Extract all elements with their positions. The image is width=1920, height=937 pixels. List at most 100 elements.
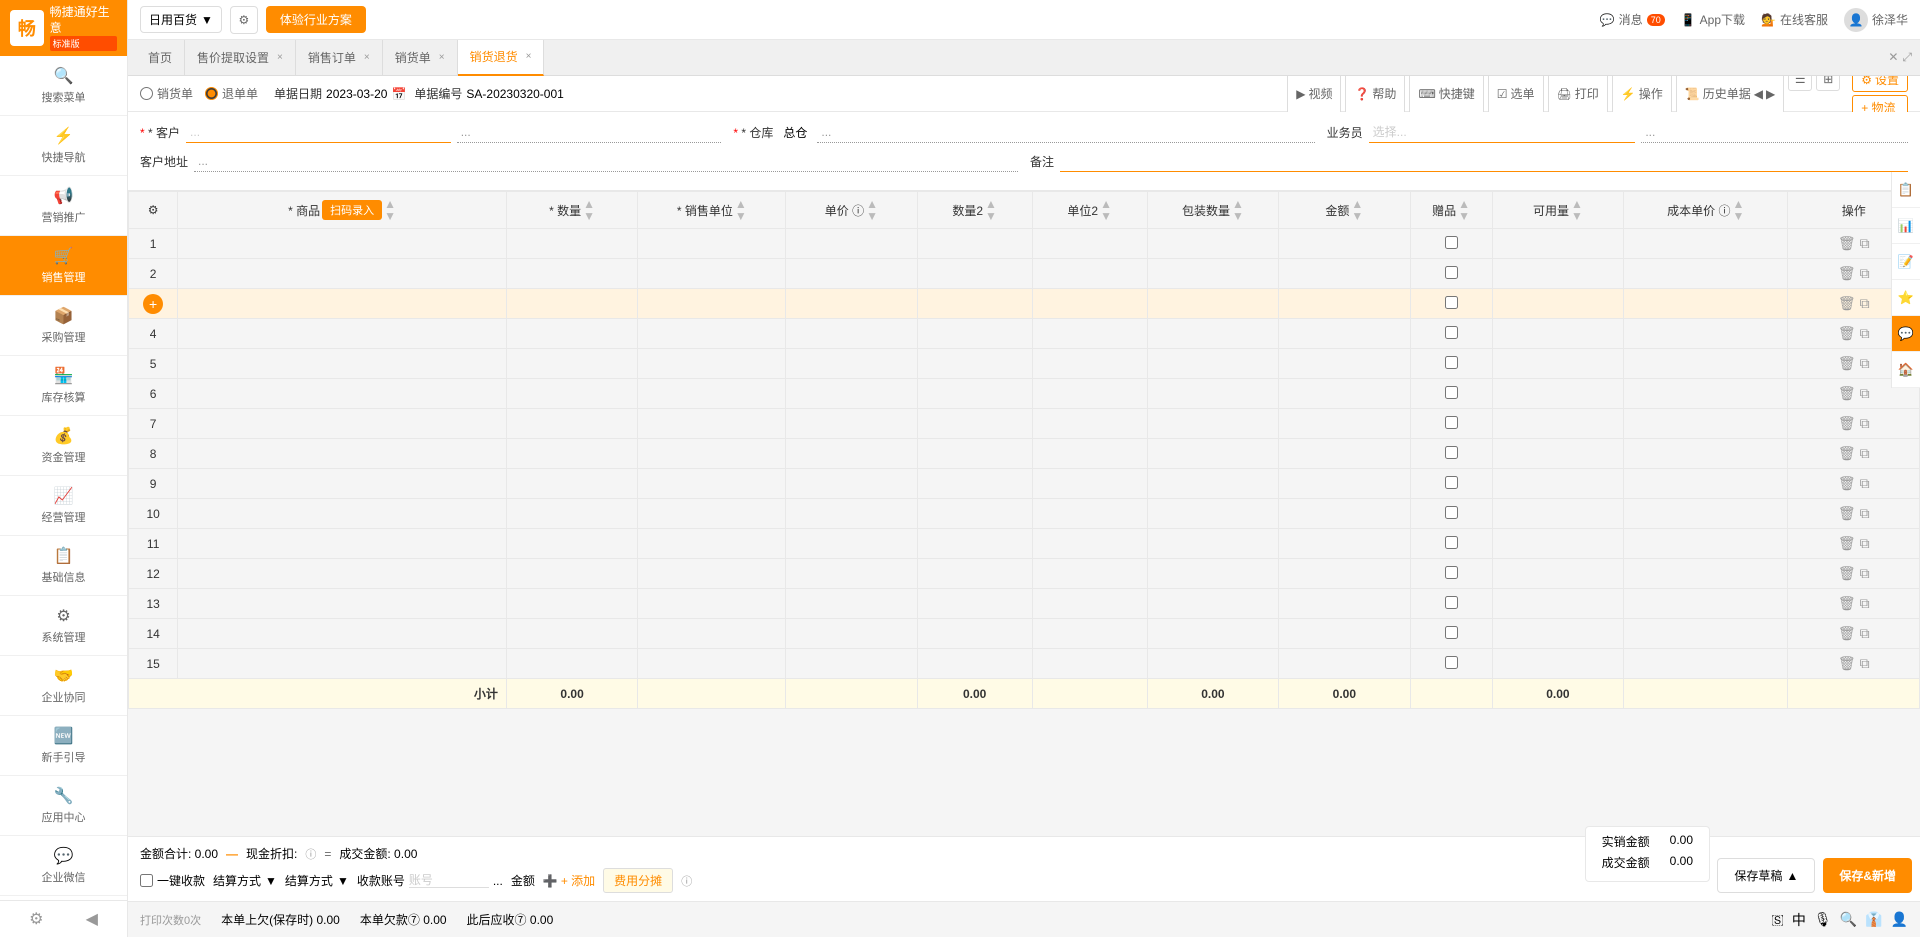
- gift-checkbox[interactable]: [1445, 236, 1458, 249]
- scan-button[interactable]: 扫码录入: [322, 200, 382, 220]
- tab-sales-return[interactable]: 销货退货 ×: [458, 40, 545, 76]
- warehouse-select[interactable]: ...: [817, 122, 1314, 143]
- product-input[interactable]: [182, 267, 502, 281]
- tab-price-settings[interactable]: 售价提取设置 ×: [185, 40, 296, 76]
- delete-icon[interactable]: 🗑: [1838, 385, 1856, 402]
- sidebar-item-shortcut[interactable]: ⚡ 快捷导航: [0, 116, 127, 176]
- quantity-input[interactable]: [511, 237, 633, 251]
- copy-icon[interactable]: ⧉: [1860, 535, 1870, 552]
- side-action-1[interactable]: 📋: [1892, 172, 1920, 208]
- app-download-button[interactable]: 📱 App下载: [1681, 11, 1745, 28]
- settings-right-button[interactable]: ⚙ 设置: [1852, 76, 1908, 92]
- sidebar-item-purchase[interactable]: 📦 采购管理: [0, 296, 127, 356]
- copy-icon[interactable]: ⧉: [1860, 445, 1870, 462]
- amount-cell[interactable]: [1279, 289, 1410, 319]
- tab-home[interactable]: 首页: [136, 40, 185, 76]
- sidebar-item-apps[interactable]: 🔧 应用中心: [0, 776, 127, 836]
- sidebar-item-wechat[interactable]: 💬 企业微信: [0, 836, 127, 896]
- delete-icon[interactable]: 🗑: [1838, 625, 1856, 642]
- copy-icon[interactable]: ⧉: [1860, 505, 1870, 522]
- online-service-button[interactable]: 💁 在线客服: [1761, 11, 1828, 28]
- sidebar-item-system[interactable]: ⚙ 系统管理: [0, 596, 127, 656]
- sidebar-item-search[interactable]: 🔍 搜索菜单: [0, 56, 127, 116]
- price-input[interactable]: [790, 237, 912, 251]
- ellipsis-icon[interactable]: ...: [493, 874, 503, 888]
- save-draft-button[interactable]: 保存草稿 ▲: [1717, 858, 1815, 893]
- gift-cell[interactable]: [1410, 259, 1492, 289]
- gift-checkbox[interactable]: [1445, 446, 1458, 459]
- gift-checkbox[interactable]: [1445, 386, 1458, 399]
- close-icon[interactable]: ×: [364, 52, 370, 63]
- tab-sales-order[interactable]: 销售订单 ×: [296, 40, 383, 76]
- gift-checkbox[interactable]: [1445, 566, 1458, 579]
- delete-icon[interactable]: 🗑: [1838, 475, 1856, 492]
- fee-info-icon[interactable]: ⓘ: [681, 873, 692, 889]
- user-menu[interactable]: 👤 徐泽华: [1844, 8, 1908, 32]
- gift-cell[interactable]: [1410, 229, 1492, 259]
- gift-checkbox[interactable]: [1445, 656, 1458, 669]
- address-input[interactable]: ...: [194, 151, 1018, 172]
- copy-icon[interactable]: ⧉: [1860, 625, 1870, 642]
- delete-icon[interactable]: 🗑: [1838, 565, 1856, 582]
- delete-icon[interactable]: 🗑: [1838, 235, 1856, 252]
- sales-radio-label[interactable]: 销货单: [140, 85, 193, 102]
- calendar-icon[interactable]: 📅: [391, 87, 406, 101]
- copy-icon[interactable]: ⧉: [1860, 385, 1870, 402]
- copy-icon[interactable]: ⧉: [1860, 235, 1870, 252]
- copy-icon[interactable]: ⧉: [1860, 325, 1870, 342]
- delete-icon[interactable]: 🗑: [1838, 535, 1856, 552]
- gift-checkbox[interactable]: [1445, 356, 1458, 369]
- copy-icon[interactable]: ⧉: [1860, 295, 1870, 312]
- pack-qty-cell[interactable]: [1147, 259, 1278, 289]
- sidebar-item-newbie[interactable]: 🆕 新手引导: [0, 716, 127, 776]
- delete-icon[interactable]: 🗑: [1838, 325, 1856, 342]
- product-cell[interactable]: [178, 289, 507, 319]
- unit-cell[interactable]: [638, 259, 786, 289]
- expand-tab-icon[interactable]: ⤢: [1902, 50, 1912, 65]
- delete-icon[interactable]: 🗑: [1838, 295, 1856, 312]
- unit-cell[interactable]: [638, 229, 786, 259]
- sidebar-item-business[interactable]: 📈 经营管理: [0, 476, 127, 536]
- unit2-cell[interactable]: [1032, 289, 1147, 319]
- settings-icon[interactable]: ⚙: [29, 909, 43, 929]
- unit2-input[interactable]: [1037, 237, 1143, 251]
- settings-gear-button[interactable]: ⚙: [230, 6, 258, 34]
- unit-input[interactable]: [642, 237, 781, 251]
- table-scroll[interactable]: ⚙ * 商品 扫码录入 ▲▼: [128, 191, 1920, 836]
- delete-icon[interactable]: 🗑: [1838, 655, 1856, 672]
- gift-checkbox[interactable]: [1445, 536, 1458, 549]
- gift-checkbox[interactable]: [1445, 596, 1458, 609]
- taskbar-icon-2[interactable]: 中: [1792, 910, 1806, 930]
- one-click-payment[interactable]: 一键收款: [140, 872, 205, 889]
- quantity-cell[interactable]: [506, 259, 637, 289]
- amount-cell[interactable]: [1279, 259, 1410, 289]
- gift-checkbox[interactable]: [1445, 296, 1458, 309]
- pack-qty-cell[interactable]: [1147, 229, 1278, 259]
- calc-method-select[interactable]: 结算方式 ▼: [285, 872, 349, 889]
- amount-cell[interactable]: [1279, 229, 1410, 259]
- sidebar-item-inventory[interactable]: 🏪 库存核算: [0, 356, 127, 416]
- qty2-cell[interactable]: [917, 229, 1032, 259]
- side-action-2[interactable]: 📊: [1892, 208, 1920, 244]
- account-input[interactable]: [409, 873, 489, 888]
- price-cell[interactable]: [786, 259, 917, 289]
- product-input[interactable]: [182, 237, 502, 251]
- list-view-button[interactable]: ☰: [1788, 76, 1812, 91]
- product-cell[interactable]: [178, 259, 507, 289]
- delete-icon[interactable]: 🗑: [1838, 415, 1856, 432]
- message-button[interactable]: 💬 消息 70: [1600, 11, 1665, 28]
- copy-icon[interactable]: ⧉: [1860, 595, 1870, 612]
- delete-icon[interactable]: 🗑: [1838, 445, 1856, 462]
- delete-icon[interactable]: 🗑: [1838, 355, 1856, 372]
- side-action-5[interactable]: 💬: [1892, 316, 1920, 352]
- taskbar-icon-4[interactable]: 🔍: [1840, 911, 1857, 928]
- taskbar-icon-5[interactable]: 👔: [1865, 911, 1882, 928]
- delete-icon[interactable]: 🗑: [1838, 505, 1856, 522]
- close-icon[interactable]: ×: [526, 51, 532, 62]
- price-cell[interactable]: [786, 289, 917, 319]
- side-action-4[interactable]: ⭐: [1892, 280, 1920, 316]
- quantity-cell[interactable]: [506, 289, 637, 319]
- gift-checkbox[interactable]: [1445, 476, 1458, 489]
- tab-sales[interactable]: 销货单 ×: [383, 40, 458, 76]
- qty2-cell[interactable]: [917, 259, 1032, 289]
